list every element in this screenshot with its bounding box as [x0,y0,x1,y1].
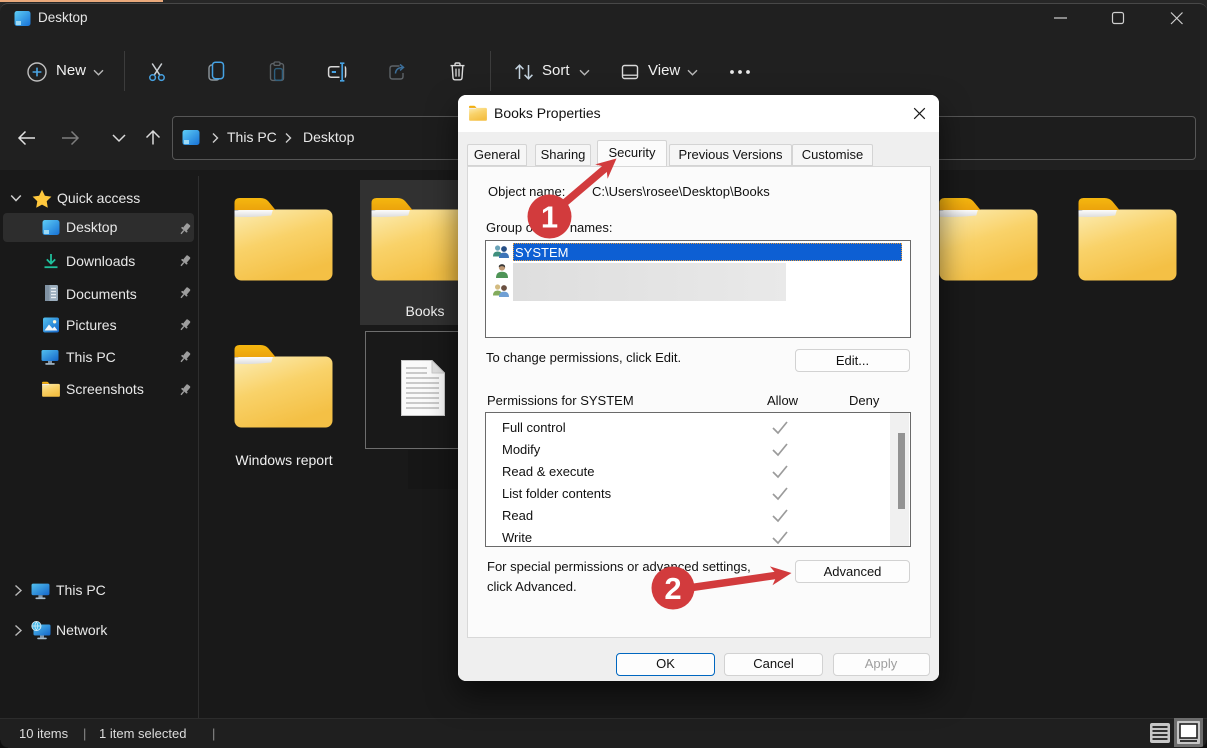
svg-text:1: 1 [541,200,558,235]
svg-text:2: 2 [664,571,681,606]
